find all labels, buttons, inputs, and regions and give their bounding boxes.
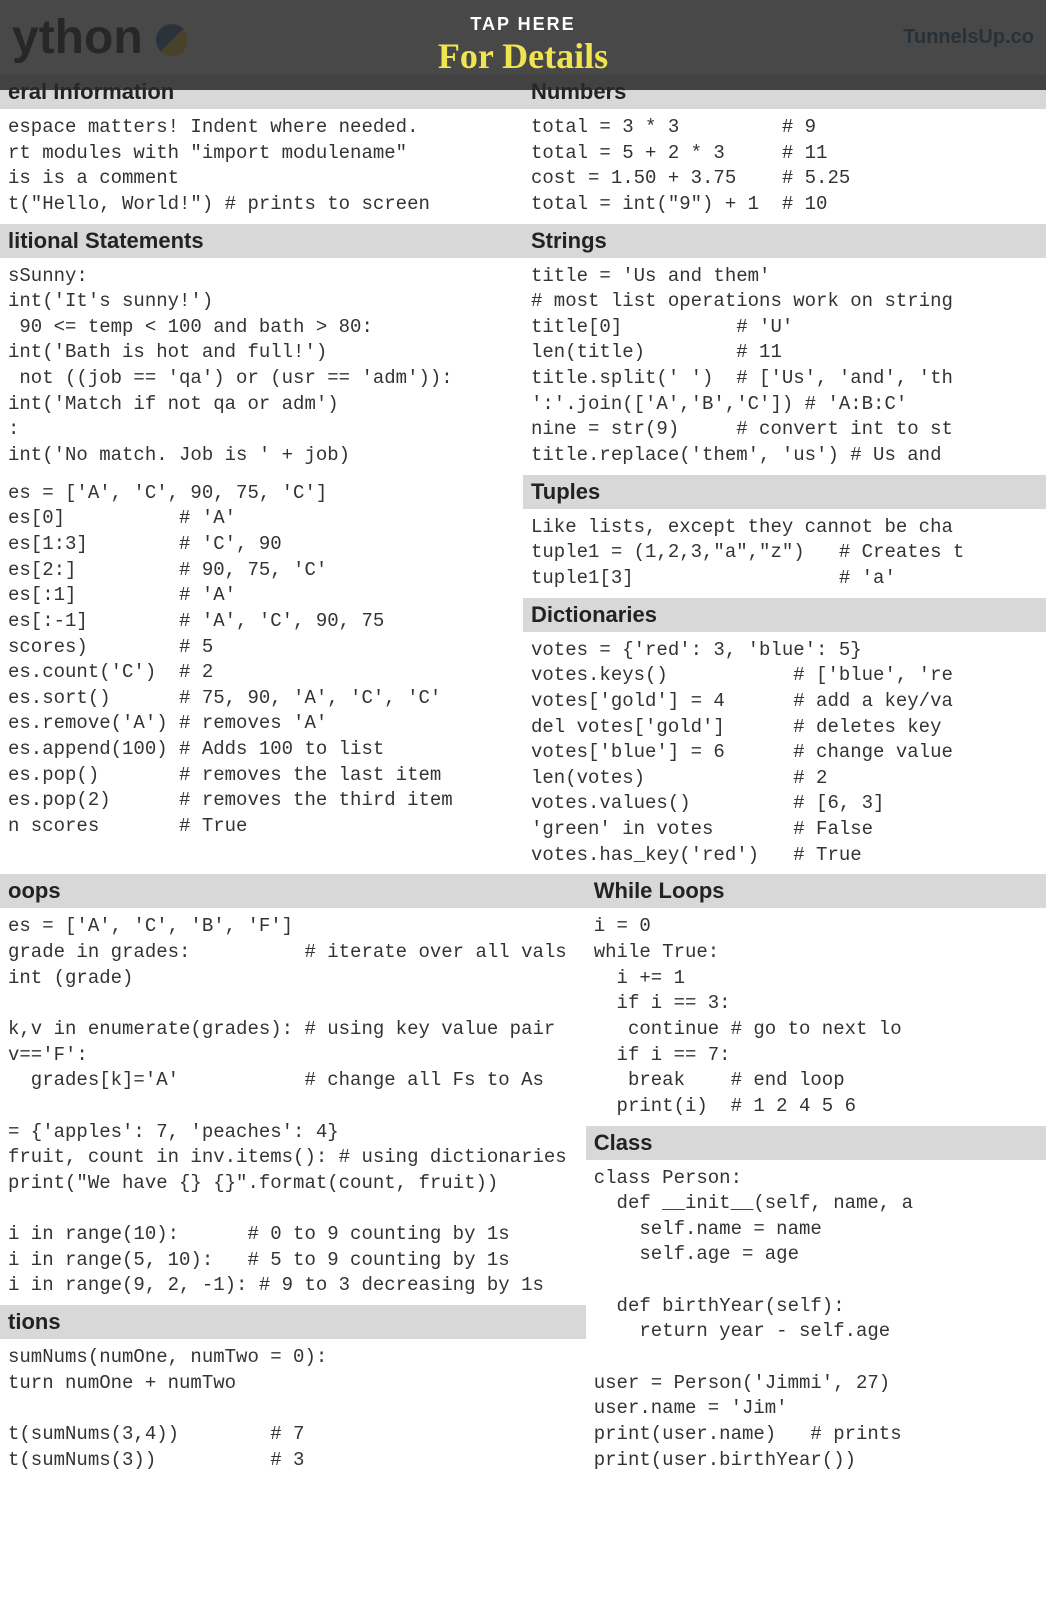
lists-code: es = ['A', 'C', 90, 75, 'C'] es[0] # 'A'… (0, 475, 523, 846)
for-details-text: For Details (438, 35, 608, 77)
left-column: eral Information espace matters! Indent … (0, 75, 523, 874)
class-header: Class (586, 1126, 1046, 1160)
while-class-column: While Loops i = 0 while True: i += 1 if … (586, 874, 1046, 1479)
while-header: While Loops (586, 874, 1046, 908)
functions-header: tions (0, 1305, 586, 1339)
conditional-header: litional Statements (0, 224, 523, 258)
dictionaries-header: Dictionaries (523, 598, 1046, 632)
overlay-banner[interactable]: TAP HERE For Details (0, 0, 1046, 90)
conditional-code: sSunny: int('It's sunny!') 90 <= temp < … (0, 258, 523, 475)
bottom-columns: oops es = ['A', 'C', 'B', 'F'] grade in … (0, 874, 1046, 1479)
numbers-code: total = 3 * 3 # 9 total = 5 + 2 * 3 # 11… (523, 109, 1046, 224)
functions-code: sumNums(numOne, numTwo = 0): turn numOne… (0, 1339, 586, 1479)
tuples-header: Tuples (523, 475, 1046, 509)
strings-header: Strings (523, 224, 1046, 258)
strings-code: title = 'Us and them' # most list operat… (523, 258, 1046, 475)
general-info-code: espace matters! Indent where needed. rt … (0, 109, 523, 224)
dictionaries-code: votes = {'red': 3, 'blue': 5} votes.keys… (523, 632, 1046, 875)
loops-code: es = ['A', 'C', 'B', 'F'] grade in grade… (0, 908, 586, 1305)
tap-here-text: TAP HERE (470, 14, 575, 35)
top-columns: eral Information espace matters! Indent … (0, 75, 1046, 874)
while-code: i = 0 while True: i += 1 if i == 3: cont… (586, 908, 1046, 1125)
loops-header: oops (0, 874, 586, 908)
tuples-code: Like lists, except they cannot be cha tu… (523, 509, 1046, 598)
class-code: class Person: def __init__(self, name, a… (586, 1160, 1046, 1480)
right-column: Numbers total = 3 * 3 # 9 total = 5 + 2 … (523, 75, 1046, 874)
loops-column: oops es = ['A', 'C', 'B', 'F'] grade in … (0, 874, 586, 1479)
